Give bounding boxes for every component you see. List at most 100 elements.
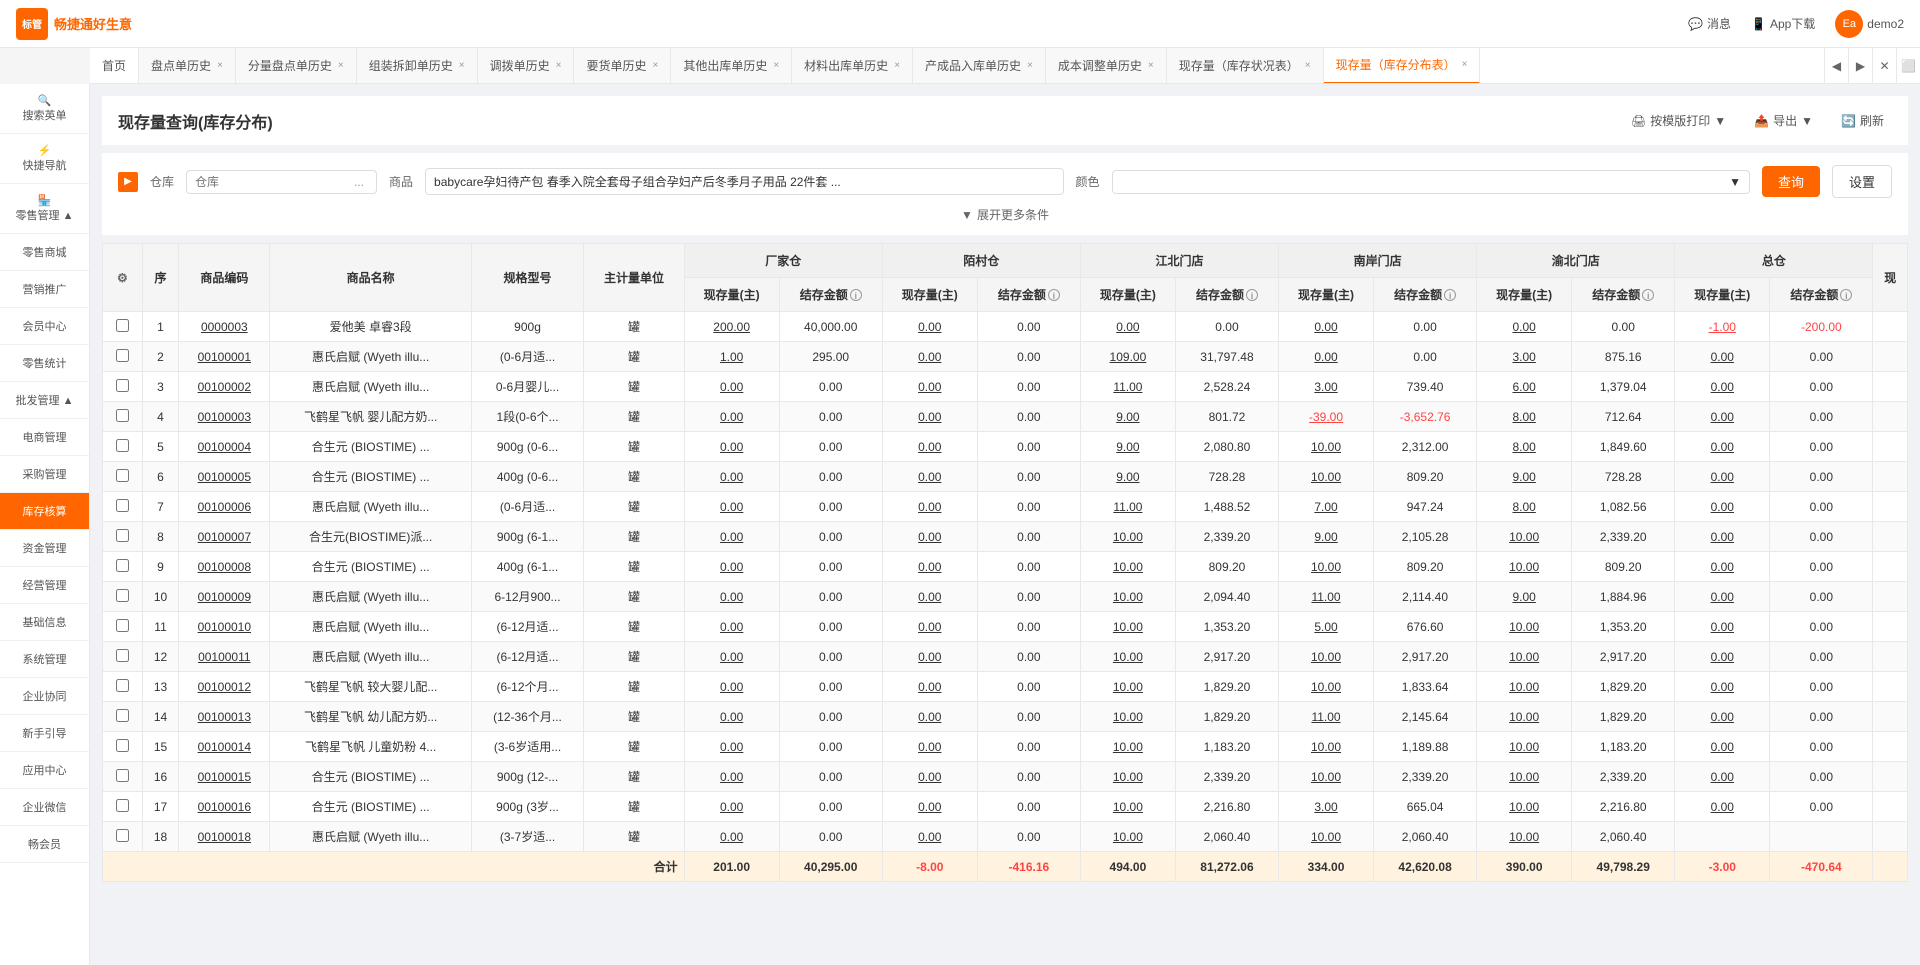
tab-4-close[interactable]: ×: [556, 60, 562, 71]
sidebar-item-purchase[interactable]: 采购管理: [0, 456, 89, 493]
cell-mc-qty[interactable]: 0.00: [882, 822, 977, 852]
cell-checkbox[interactable]: [103, 612, 143, 642]
info-icon-4[interactable]: i: [1444, 289, 1456, 301]
tab-3[interactable]: 组装拆卸单历史 ×: [357, 48, 478, 84]
cell-na-qty[interactable]: 10.00: [1279, 462, 1374, 492]
app-download-btn[interactable]: 📱 App下载: [1751, 15, 1815, 32]
sidebar-item-search[interactable]: 🔍 搜索英单: [0, 84, 89, 134]
cell-na-qty[interactable]: 11.00: [1279, 702, 1374, 732]
cell-jb-qty[interactable]: 10.00: [1080, 612, 1175, 642]
cell-jb-qty[interactable]: 9.00: [1080, 402, 1175, 432]
tab-1-close[interactable]: ×: [217, 60, 223, 71]
cell-checkbox[interactable]: [103, 702, 143, 732]
tab-2[interactable]: 分量盘点单历史 ×: [236, 48, 357, 84]
cell-jb-qty[interactable]: 10.00: [1080, 522, 1175, 552]
cell-na-qty[interactable]: 0.00: [1279, 312, 1374, 342]
cell-na-qty[interactable]: 11.00: [1279, 582, 1374, 612]
cell-mc-qty[interactable]: 0.00: [882, 612, 977, 642]
sidebar-item-marketing[interactable]: 营销推广: [0, 271, 89, 308]
sidebar-item-retail-stats[interactable]: 零售统计: [0, 345, 89, 382]
cell-checkbox[interactable]: [103, 642, 143, 672]
cell-fj-qty[interactable]: 0.00: [684, 582, 779, 612]
sidebar-item-appcenter[interactable]: 应用中心: [0, 752, 89, 789]
cell-jb-qty[interactable]: 0.00: [1080, 312, 1175, 342]
tab-menu-btn[interactable]: ⬜: [1896, 48, 1920, 84]
cell-code[interactable]: 00100011: [179, 642, 270, 672]
tab-11-close[interactable]: ×: [1462, 59, 1468, 70]
cell-mc-qty[interactable]: 0.00: [882, 672, 977, 702]
cell-jb-qty[interactable]: 10.00: [1080, 732, 1175, 762]
cell-checkbox[interactable]: [103, 312, 143, 342]
cell-jb-qty[interactable]: 10.00: [1080, 762, 1175, 792]
sidebar-item-member2[interactable]: 畅会员: [0, 826, 89, 863]
cell-zc-qty[interactable]: [1675, 822, 1770, 852]
cell-zc-qty[interactable]: -1.00: [1675, 312, 1770, 342]
tab-6-close[interactable]: ×: [773, 60, 779, 71]
cell-checkbox[interactable]: [103, 372, 143, 402]
cell-yb-qty[interactable]: 8.00: [1477, 402, 1572, 432]
cell-yb-qty[interactable]: 10.00: [1477, 822, 1572, 852]
tab-4[interactable]: 调拨单历史 ×: [478, 48, 575, 84]
cell-yb-qty[interactable]: 10.00: [1477, 762, 1572, 792]
cell-zc-qty[interactable]: 0.00: [1675, 402, 1770, 432]
sidebar-item-member[interactable]: 会员中心: [0, 308, 89, 345]
cell-zc-qty[interactable]: 0.00: [1675, 702, 1770, 732]
cell-zc-qty[interactable]: 0.00: [1675, 462, 1770, 492]
sidebar-item-nav[interactable]: ⚡ 快捷导航: [0, 134, 89, 184]
cell-yb-qty[interactable]: 8.00: [1477, 492, 1572, 522]
cell-fj-qty[interactable]: 0.00: [684, 522, 779, 552]
cell-fj-qty[interactable]: 0.00: [684, 492, 779, 522]
info-icon-3[interactable]: i: [1246, 289, 1258, 301]
cell-na-qty[interactable]: 10.00: [1279, 432, 1374, 462]
cell-code[interactable]: 00100006: [179, 492, 270, 522]
cell-checkbox[interactable]: [103, 462, 143, 492]
cell-fj-qty[interactable]: 0.00: [684, 702, 779, 732]
warehouse-input[interactable]: [195, 175, 350, 189]
cell-code[interactable]: 00100016: [179, 792, 270, 822]
cell-jb-qty[interactable]: 11.00: [1080, 372, 1175, 402]
sidebar-item-ecommerce[interactable]: 电商管理: [0, 419, 89, 456]
cell-fj-qty[interactable]: 0.00: [684, 612, 779, 642]
cell-yb-qty[interactable]: 10.00: [1477, 732, 1572, 762]
cell-checkbox[interactable]: [103, 762, 143, 792]
cell-yb-qty[interactable]: 10.00: [1477, 672, 1572, 702]
cell-jb-qty[interactable]: 9.00: [1080, 462, 1175, 492]
cell-yb-qty[interactable]: 10.00: [1477, 792, 1572, 822]
cell-yb-qty[interactable]: 3.00: [1477, 342, 1572, 372]
cell-checkbox[interactable]: [103, 672, 143, 702]
cell-na-qty[interactable]: 9.00: [1279, 522, 1374, 552]
cell-zc-qty[interactable]: 0.00: [1675, 612, 1770, 642]
cell-fj-qty[interactable]: 0.00: [684, 432, 779, 462]
sidebar-item-inventory[interactable]: 库存核算: [0, 493, 89, 530]
settings-btn[interactable]: 设置: [1832, 165, 1892, 198]
cell-fj-qty[interactable]: 0.00: [684, 672, 779, 702]
sidebar-item-wholesale[interactable]: 批发管理 ▲: [0, 382, 89, 419]
th-gear[interactable]: ⚙: [103, 244, 143, 312]
cell-code[interactable]: 00100012: [179, 672, 270, 702]
cell-mc-qty[interactable]: 0.00: [882, 492, 977, 522]
cell-code[interactable]: 00100009: [179, 582, 270, 612]
cell-mc-qty[interactable]: 0.00: [882, 702, 977, 732]
cell-yb-qty[interactable]: 6.00: [1477, 372, 1572, 402]
cell-mc-qty[interactable]: 0.00: [882, 462, 977, 492]
cell-code[interactable]: 00100007: [179, 522, 270, 552]
cell-mc-qty[interactable]: 0.00: [882, 582, 977, 612]
cell-code[interactable]: 00100003: [179, 402, 270, 432]
cell-checkbox[interactable]: [103, 522, 143, 552]
query-btn[interactable]: 查询: [1762, 166, 1820, 197]
tab-next-btn[interactable]: ▶: [1848, 48, 1872, 84]
tab-7[interactable]: 材料出库单历史 ×: [792, 48, 913, 84]
cell-fj-qty[interactable]: 0.00: [684, 372, 779, 402]
cell-code[interactable]: 00100001: [179, 342, 270, 372]
cell-code[interactable]: 00100008: [179, 552, 270, 582]
cell-mc-qty[interactable]: 0.00: [882, 792, 977, 822]
cell-na-qty[interactable]: 0.00: [1279, 342, 1374, 372]
cell-jb-qty[interactable]: 11.00: [1080, 492, 1175, 522]
tab-2-close[interactable]: ×: [338, 60, 344, 71]
cell-fj-qty[interactable]: 0.00: [684, 762, 779, 792]
cell-code[interactable]: 00100002: [179, 372, 270, 402]
cell-zc-qty[interactable]: 0.00: [1675, 342, 1770, 372]
warehouse-dots[interactable]: ...: [350, 175, 368, 189]
cell-fj-qty[interactable]: 1.00: [684, 342, 779, 372]
cell-code[interactable]: 00100004: [179, 432, 270, 462]
